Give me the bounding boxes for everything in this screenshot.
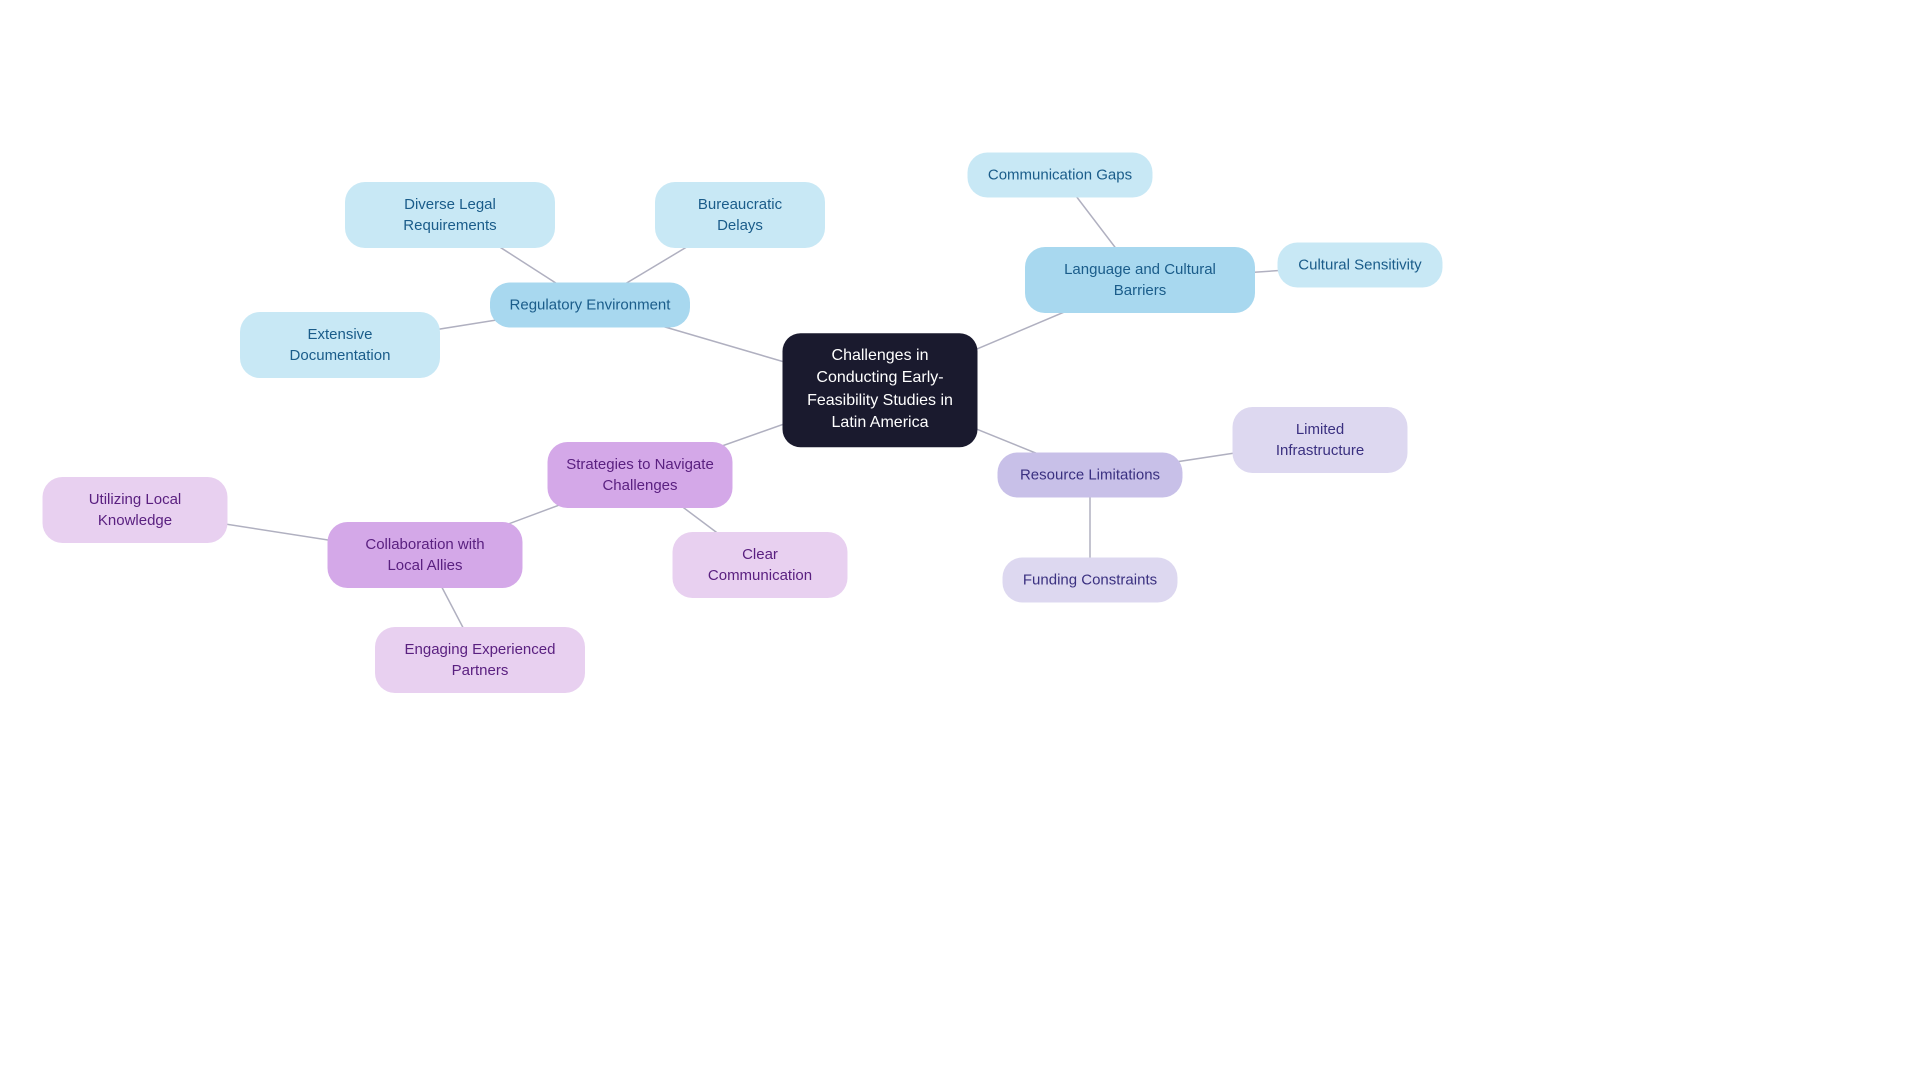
node-lang-cultural: Language and Cultural Barriers (1025, 247, 1255, 313)
center-node: Challenges in Conducting Early-Feasibili… (783, 333, 978, 447)
node-clear-comm: Clear Communication (673, 532, 848, 598)
node-limited-infra: Limited Infrastructure (1233, 407, 1408, 473)
mind-map-container: Challenges in Conducting Early-Feasibili… (0, 0, 1920, 1083)
node-cultural-sens: Cultural Sensitivity (1278, 243, 1443, 288)
connections-svg (0, 0, 1920, 1083)
node-strategies: Strategies to Navigate Challenges (548, 442, 733, 508)
node-bureaucratic: Bureaucratic Delays (655, 182, 825, 248)
node-experienced-partners: Engaging Experienced Partners (375, 627, 585, 693)
node-comm-gaps: Communication Gaps (968, 153, 1153, 198)
node-extensive-doc: Extensive Documentation (240, 312, 440, 378)
node-local-know: Utilizing Local Knowledge (43, 477, 228, 543)
node-regulatory: Regulatory Environment (490, 283, 690, 328)
node-funding: Funding Constraints (1003, 558, 1178, 603)
node-diverse-legal: Diverse Legal Requirements (345, 182, 555, 248)
node-collab-allies: Collaboration with Local Allies (328, 522, 523, 588)
node-resource-lim: Resource Limitations (998, 453, 1183, 498)
